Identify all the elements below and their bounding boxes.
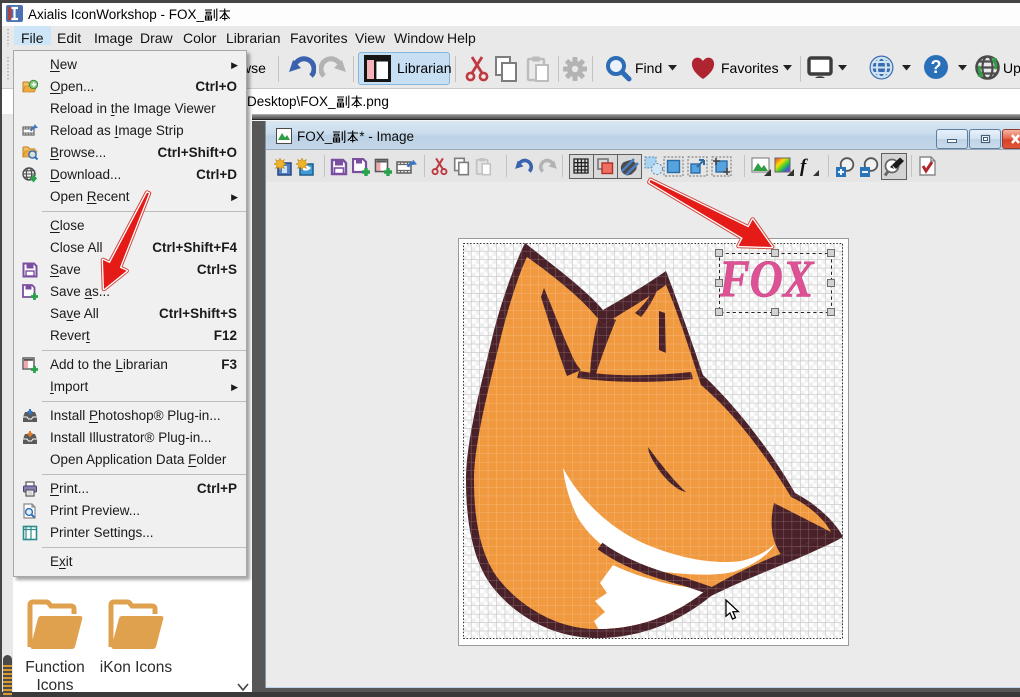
svg-text:?: ?: [931, 57, 942, 77]
svg-text:f: f: [800, 156, 808, 176]
svg-text:FOX: FOX: [718, 250, 815, 309]
